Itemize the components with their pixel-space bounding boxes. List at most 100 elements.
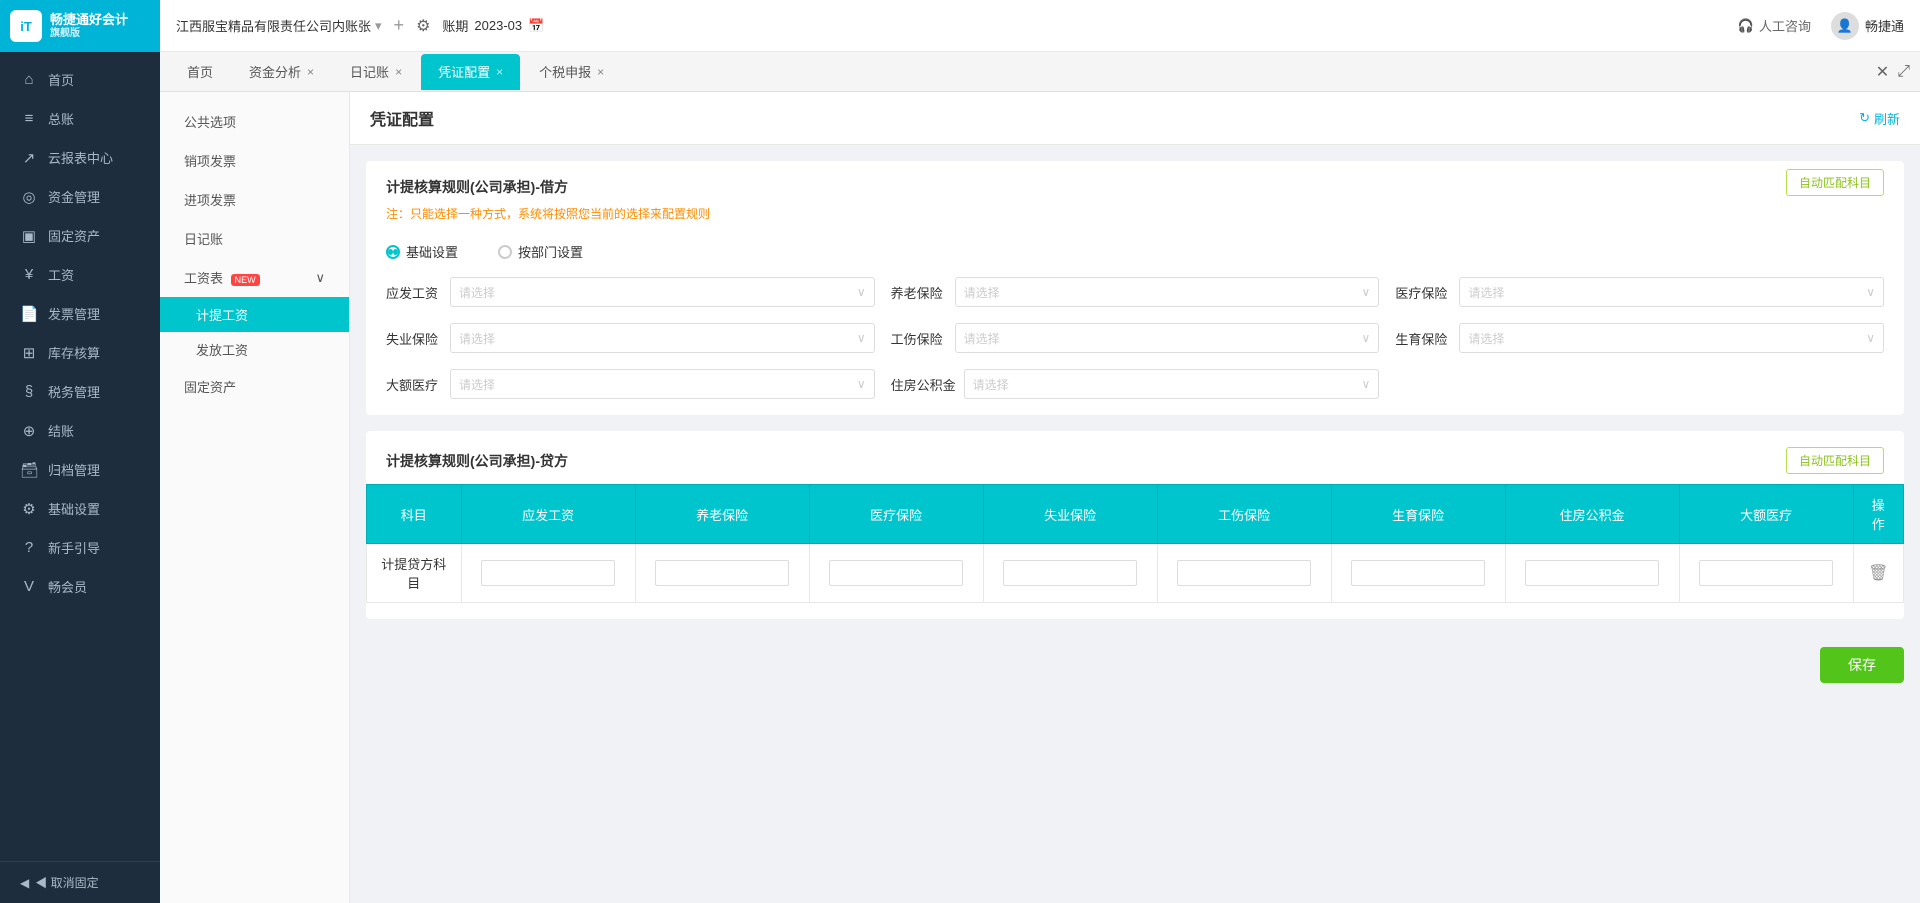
sub-nav-sales-invoice[interactable]: 销项发票 [160,141,349,180]
tab-voucher-close[interactable]: × [496,65,503,79]
sub-nav-purchase-invoice[interactable]: 进项发票 [160,180,349,219]
row-pension-input[interactable] [655,560,789,586]
credit-section-title: 计提核算规则(公司承担)-贷方 [386,451,568,471]
large-medical-select[interactable]: 请选择 ∨ [450,369,875,399]
sidebar-unpin[interactable]: ◀ ◀ 取消固定 [0,861,160,903]
large-medical-label: 大额医疗 [386,375,442,394]
row-medical-input[interactable] [829,560,963,586]
row-housing-fund-input[interactable] [1525,560,1659,586]
sidebar-item-guide[interactable]: ? 新手引导 [0,528,160,567]
reports-icon: ↗ [20,149,38,167]
avatar: 👤 [1831,12,1859,40]
content-area: 公共选项 销项发票 进项发票 日记账 工资表 NEW ∨ 计提工资 发放工资 固… [160,92,1920,903]
credit-auto-match-button[interactable]: 自动匹配科目 [1786,447,1884,474]
row-maternity-input[interactable] [1351,560,1485,586]
user-menu[interactable]: 👤 畅捷通 [1831,12,1904,40]
tab-fund-label: 资金分析 [249,62,301,81]
sidebar-item-archive[interactable]: 🗃 归档管理 [0,450,160,489]
row-large-medical-input[interactable] [1699,560,1833,586]
tab-journal-label: 日记账 [350,62,389,81]
form-item-gross-salary: 应发工资 请选择 ∨ [386,277,875,307]
sub-nav-accrue-salary[interactable]: 计提工资 [160,297,349,332]
sub-nav-fixed-assets[interactable]: 固定资产 [160,367,349,406]
sidebar-item-funds[interactable]: ◎ 资金管理 [0,177,160,216]
sidebar-item-label: 发票管理 [48,304,100,323]
expand-icon[interactable]: ⤢ [1897,63,1910,81]
period-display: 账期 2023-03 📅 [442,16,544,35]
service-label: 人工咨询 [1759,16,1811,35]
service-button[interactable]: 🎧 人工咨询 [1738,16,1811,35]
radio-basic[interactable]: 基础设置 [386,242,458,261]
sidebar-item-label: 新手引导 [48,538,100,557]
pension-placeholder: 请选择 [964,284,1000,301]
sub-nav-payroll-table[interactable]: 工资表 NEW ∨ [160,258,349,297]
unemployment-label: 失业保险 [386,329,442,348]
sidebar-item-vip[interactable]: V 畅会员 [0,567,160,606]
form-item-pension: 养老保险 请选择 ∨ [891,277,1380,307]
row-work-injury-input[interactable] [1177,560,1311,586]
debit-auto-match-button[interactable]: 自动匹配科目 [1786,169,1884,196]
row-gross-salary-input[interactable] [481,560,615,586]
sidebar-item-inventory[interactable]: ⊞ 库存核算 [0,333,160,372]
radio-department[interactable]: 按部门设置 [498,242,583,261]
sub-nav-pay-salary[interactable]: 发放工资 [160,332,349,367]
sidebar-item-home[interactable]: ⌂ 首页 [0,60,160,99]
sidebar-item-ledger[interactable]: ≡ 总账 [0,99,160,138]
sidebar-item-label: 库存核算 [48,343,100,362]
tab-fund-close[interactable]: × [307,65,314,79]
sidebar-item-close[interactable]: ⊕ 结账 [0,411,160,450]
calendar-icon[interactable]: 📅 [528,18,544,34]
pension-select[interactable]: 请选择 ∨ [955,277,1380,307]
ledger-icon: ≡ [20,110,38,127]
add-account-button[interactable]: + [394,15,405,36]
sidebar-item-tax[interactable]: § 税务管理 [0,372,160,411]
gross-salary-select[interactable]: 请选择 ∨ [450,277,875,307]
housing-fund-select[interactable]: 请选择 ∨ [964,369,1380,399]
tab-home[interactable]: 首页 [170,54,230,90]
logo-icon: iT [10,10,42,42]
row-unemployment-input[interactable] [1003,560,1137,586]
close-tab-icon[interactable]: ✕ [1876,62,1889,82]
radio-basic-label: 基础设置 [406,242,458,261]
tab-fund-analysis[interactable]: 资金分析 × [232,54,331,90]
tab-home-label: 首页 [187,62,213,81]
tab-voucher-config[interactable]: 凭证配置 × [421,54,520,90]
chevron-down-icon: ∨ [1362,377,1371,391]
maternity-placeholder: 请选择 [1468,330,1504,347]
sidebar-item-reports[interactable]: ↗ 云报表中心 [0,138,160,177]
settings-gear-icon[interactable]: ⚙ [416,16,430,36]
maternity-label: 生育保险 [1395,329,1451,348]
chevron-down-icon: ∨ [857,331,866,345]
gross-salary-placeholder: 请选择 [459,284,495,301]
save-button[interactable]: 保存 [1820,647,1904,683]
tab-tax-label: 个税申报 [539,62,591,81]
medical-select[interactable]: 请选择 ∨ [1459,277,1884,307]
tab-journal-close[interactable]: × [395,65,402,79]
form-item-work-injury: 工伤保险 请选择 ∨ [891,323,1380,353]
sidebar-item-invoice[interactable]: 📄 发票管理 [0,294,160,333]
company-selector[interactable]: 江西服宝精品有限责任公司内账张 ▾ [176,16,382,35]
sub-nav-journal[interactable]: 日记账 [160,219,349,258]
tab-journal[interactable]: 日记账 × [333,54,419,90]
refresh-button[interactable]: ↻ 刷新 [1859,109,1900,128]
sidebar-nav: ⌂ 首页 ≡ 总账 ↗ 云报表中心 ◎ 资金管理 ▣ 固定资产 ¥ 工资 📄 发… [0,52,160,861]
sidebar-item-assets[interactable]: ▣ 固定资产 [0,216,160,255]
sub-nav-public[interactable]: 公共选项 [160,102,349,141]
sidebar-item-label: 固定资产 [48,226,100,245]
sidebar-item-salary[interactable]: ¥ 工资 [0,255,160,294]
unemployment-select[interactable]: 请选择 ∨ [450,323,875,353]
row-pension-cell [635,544,809,603]
maternity-select[interactable]: 请选择 ∨ [1459,323,1884,353]
work-injury-select[interactable]: 请选择 ∨ [955,323,1380,353]
delete-row-button[interactable]: 🗑 [1868,565,1888,582]
tab-tax-close[interactable]: × [597,65,604,79]
debit-form-grid: 应发工资 请选择 ∨ 养老保险 请选择 ∨ [366,277,1904,415]
row-gross-salary-cell [461,544,635,603]
tab-tax-report[interactable]: 个税申报 × [522,54,621,90]
sidebar: iT 畅捷通好会计 旗舰版 ⌂ 首页 ≡ 总账 ↗ 云报表中心 ◎ 资金管理 ▣… [0,0,160,903]
sidebar-item-settings[interactable]: ⚙ 基础设置 [0,489,160,528]
work-injury-placeholder: 请选择 [964,330,1000,347]
unpin-icon: ◀ [20,876,29,890]
table-row: 计提贷方科目 🗑 [367,544,1904,603]
form-item-unemployment: 失业保险 请选择 ∨ [386,323,875,353]
